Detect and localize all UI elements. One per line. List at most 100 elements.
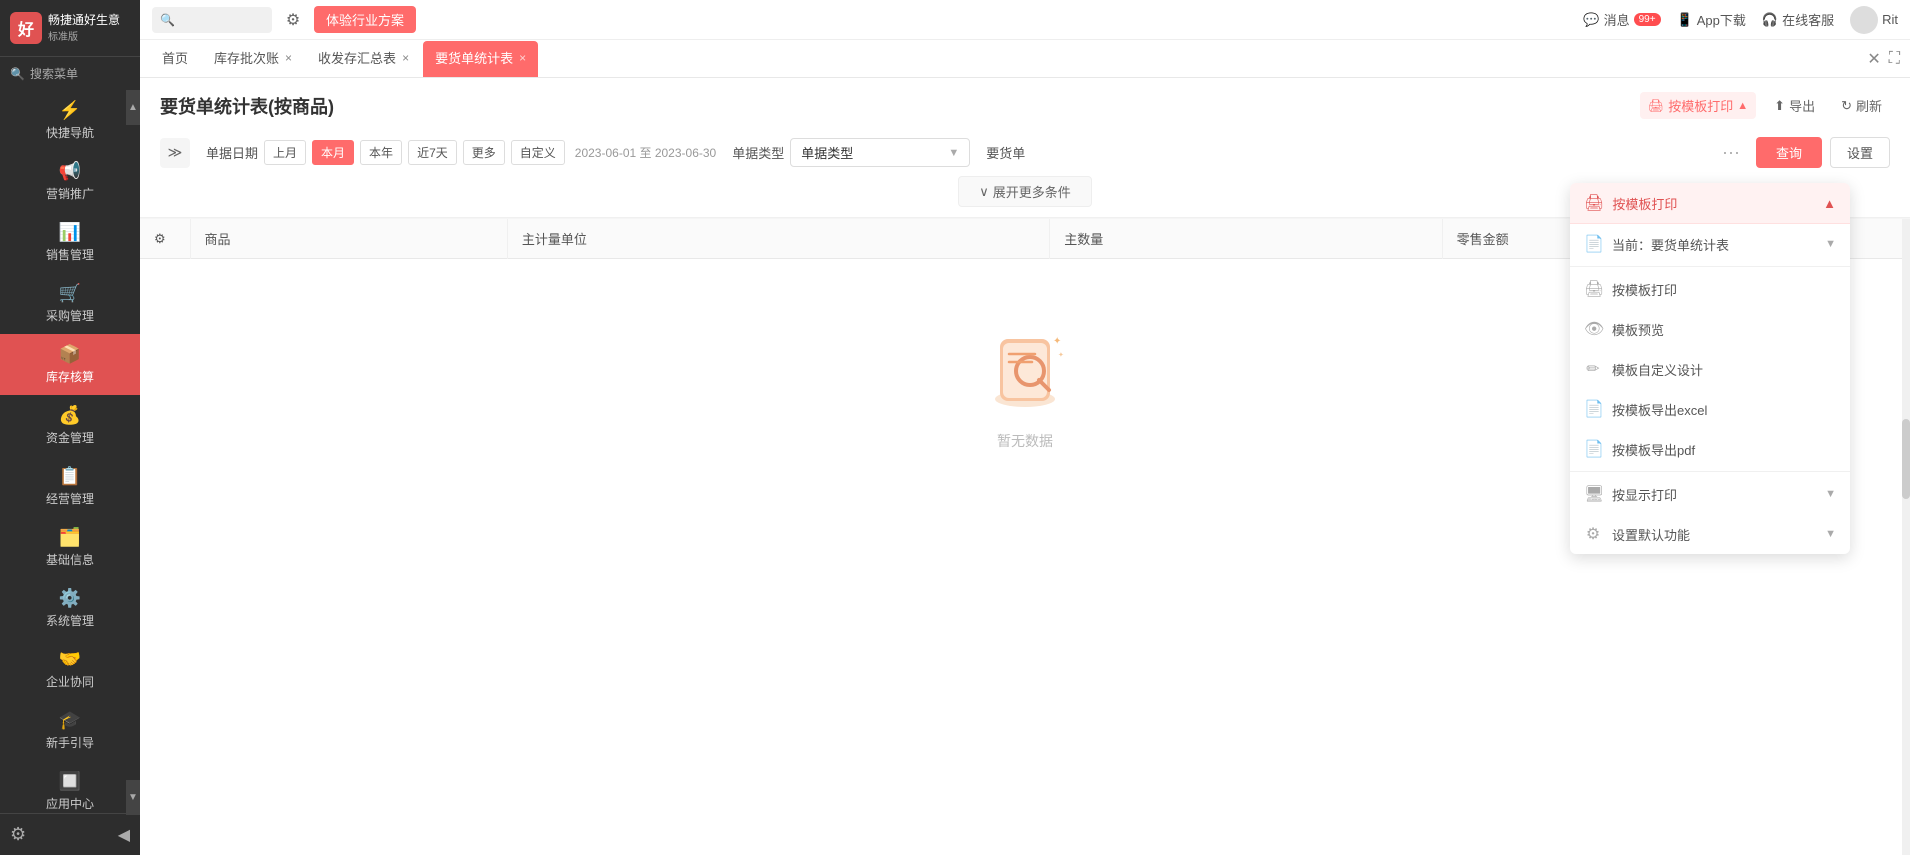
dropdown-set-default[interactable]: ⚙ 设置默认功能 ▼ [1570,514,1850,554]
messages-badge: 99+ [1634,13,1661,26]
refresh-btn[interactable]: ↻ 刷新 [1833,92,1890,119]
sidebar-item-sales[interactable]: 📊 销售管理 [0,212,140,273]
sidebar-scroll-up[interactable]: ▲ [126,90,140,125]
sidebar-item-marketing[interactable]: 📢 营销推广 [0,151,140,212]
marketing-icon: 📢 [59,161,81,182]
app-name-block: 畅捷通好生意 标准版 [48,13,120,44]
sidebar-item-newbie[interactable]: 🎓 新手引导 [0,700,140,761]
sidebar-item-apps[interactable]: 🔲 应用中心 [0,761,140,813]
sidebar-item-label: 新手引导 [46,734,94,751]
export-btn[interactable]: ⬆ 导出 [1766,92,1823,119]
dropdown-item-export-excel[interactable]: 📄 按模板导出excel [1570,389,1850,429]
expand-more-btn[interactable]: ∨ 展开更多条件 [958,176,1092,207]
sidebar-item-label: 企业协同 [46,673,94,690]
search-icon: 🔍 [10,67,25,81]
expand-more-label: 展开更多条件 [993,182,1071,201]
app-download-btn[interactable]: 📱 App下载 [1677,10,1746,29]
purchase-icon: 🛒 [59,283,81,304]
sidebar-settings-icon[interactable]: ⚙ [10,824,26,845]
print-icon: 🖨 [1648,98,1665,114]
sidebar-item-quicknav[interactable]: ⚡ 快捷导航 [0,90,140,151]
date-filter-group: 单据日期 上月 本月 本年 近7天 更多 自定义 2023-06-01 至 20… [206,140,716,165]
sidebar-item-label: 经营管理 [46,490,94,507]
design-icon: ✏ [1584,359,1602,379]
date-current-year-btn[interactable]: 本年 [360,140,402,165]
sidebar-item-basic[interactable]: 🗂️ 基础信息 [0,517,140,578]
date-current-month-btn[interactable]: 本月 [312,140,354,165]
sidebar-nav: ⚡ 快捷导航 📢 营销推广 📊 销售管理 🛒 采购管理 📦 库存核算 💰 资金管… [0,90,140,813]
item-label: 按模板导出pdf [1612,440,1695,459]
dropdown-display-print[interactable]: 🖥 按显示打印 ▼ [1570,474,1850,514]
dropdown-item-export-pdf[interactable]: 📄 按模板导出pdf [1570,429,1850,469]
date-custom-btn[interactable]: 自定义 [511,140,565,165]
date-more-btn[interactable]: 更多 [463,140,505,165]
date-prev-month-btn[interactable]: 上月 [264,140,306,165]
expand-window-icon[interactable]: ⛶ [1889,50,1900,68]
col-gear[interactable]: ⚙ [140,219,190,259]
search-label: 搜索菜单 [30,65,78,82]
sidebar-search[interactable]: 🔍 搜索菜单 [0,57,140,90]
scrollbar-thumb[interactable] [1902,419,1910,499]
top-gear-btn[interactable]: ⚙ [280,7,306,33]
sidebar-logo: 好 畅捷通好生意 标准版 [0,0,140,57]
tab-close-order-stats[interactable]: × [519,51,526,65]
sidebar-item-label: 基础信息 [46,551,94,568]
close-window-icon[interactable]: ✕ [1867,49,1880,69]
sidebar-item-system[interactable]: ⚙️ 系统管理 [0,578,140,639]
tab-order-stats[interactable]: 要货单统计表 × [423,41,538,77]
tab-close-collection[interactable]: × [402,51,409,65]
sidebar-scroll-down[interactable]: ▼ [126,780,140,815]
sidebar-item-collab[interactable]: 🤝 企业协同 [0,639,140,700]
sidebar-item-purchase[interactable]: 🛒 采购管理 [0,273,140,334]
print-template-label: 按模板打印 [1668,96,1733,115]
order-type-select[interactable]: 单据类型 ▼ [790,138,970,167]
chevron-down-icon: ▼ [128,792,138,803]
app-logo-icon: 好 [10,12,42,44]
order-goods-filter: 要货单 [986,143,1025,162]
column-settings-icon[interactable]: ⚙ [154,231,166,246]
more-actions-btn[interactable]: ··· [1714,138,1748,167]
sidebar-item-finance[interactable]: 💰 资金管理 [0,395,140,456]
tab-batch[interactable]: 库存批次账 × [202,41,304,77]
query-btn[interactable]: 查询 [1756,137,1822,168]
tab-home[interactable]: 首页 [150,41,200,77]
set-default-left: ⚙ 设置默认功能 [1584,524,1690,544]
doc-icon: 📄 [1584,234,1602,254]
dropdown-collapse-btn[interactable]: ▲ [1823,196,1836,211]
sidebar-fold-icon[interactable]: ◀ [118,825,130,845]
app-version: 标准版 [48,28,120,43]
tab-label: 要货单统计表 [435,48,513,67]
refresh-icon: ↻ [1841,98,1852,114]
dropdown-item-custom-design[interactable]: ✏ 模板自定义设计 [1570,349,1850,389]
sidebar-item-label: 系统管理 [46,612,94,629]
sidebar-item-label: 快捷导航 [46,124,94,141]
trial-btn[interactable]: 体验行业方案 [314,6,416,33]
setting-btn[interactable]: 设置 [1830,137,1890,168]
user-avatar-btn[interactable]: Rit [1850,6,1898,34]
messages-label: 消息 [1604,10,1630,29]
tab-collection[interactable]: 收发存汇总表 × [306,41,421,77]
main-content: 🔍 ⚙ 体验行业方案 💬 消息 99+ 📱 App下载 🎧 在线客服 Rit [140,0,1910,855]
top-bar-right: 💬 消息 99+ 📱 App下载 🎧 在线客服 Rit [1583,6,1898,34]
sidebar-item-label: 营销推广 [46,185,94,202]
default-icon: ⚙ [1584,524,1602,544]
date-last7days-btn[interactable]: 近7天 [408,140,457,165]
page-title: 要货单统计表(按商品) [160,93,334,119]
top-search-input[interactable]: 🔍 [152,7,272,33]
collab-icon: 🤝 [59,649,81,670]
dropdown-current-item[interactable]: 📄 当前：要货单统计表 ▼ [1570,224,1850,264]
apps-icon: 🔲 [59,771,81,792]
dropdown-item-print-template[interactable]: 🖨 按模板打印 [1570,269,1850,309]
sidebar-item-operation[interactable]: 📋 经营管理 [0,456,140,517]
online-service-btn[interactable]: 🎧 在线客服 [1762,10,1834,29]
order-type-value: 单据类型 [801,143,853,162]
tab-close-batch[interactable]: × [285,51,292,65]
sidebar-item-label: 应用中心 [46,795,94,812]
messages-btn[interactable]: 💬 消息 99+ [1583,10,1660,29]
filter-toggle-btn[interactable]: ≫ [160,138,190,168]
dropdown-item-preview[interactable]: 👁 模板预览 [1570,309,1850,349]
page-scrollbar[interactable] [1902,219,1910,855]
page-area: 要货单统计表(按商品) 🖨 按模板打印 ▲ ⬆ 导出 ↻ 刷新 [140,78,1910,855]
print-template-btn[interactable]: 🖨 按模板打印 ▲ [1640,92,1756,119]
sidebar-item-inventory[interactable]: 📦 库存核算 [0,334,140,395]
